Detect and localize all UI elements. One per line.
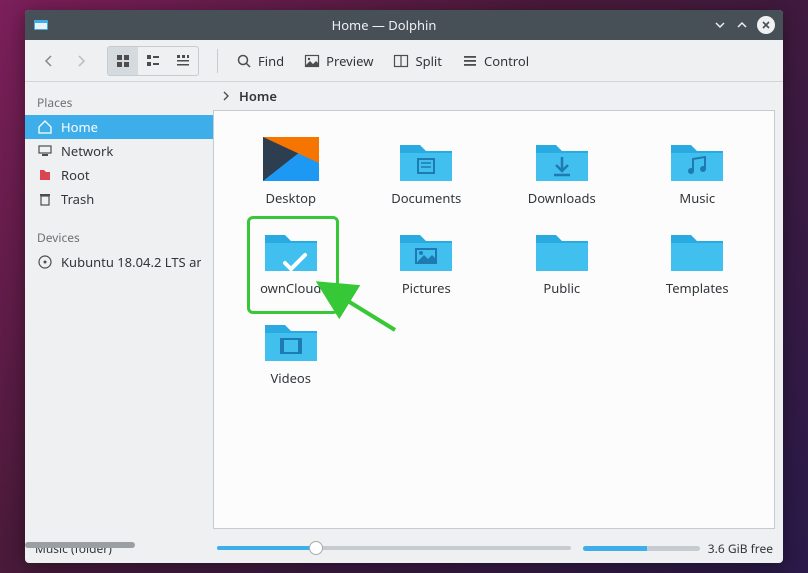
folder-video-icon bbox=[261, 315, 321, 363]
split-button[interactable]: Split bbox=[385, 48, 450, 74]
sidebar-item-label: Home bbox=[61, 118, 98, 136]
control-label: Control bbox=[484, 52, 529, 70]
trash-icon bbox=[37, 191, 53, 207]
preview-label: Preview bbox=[326, 52, 373, 70]
file-label: Documents bbox=[391, 189, 461, 207]
file-label: Videos bbox=[270, 369, 311, 387]
sidebar-item-trash[interactable]: Trash bbox=[25, 187, 213, 211]
preview-icon bbox=[304, 53, 320, 69]
sidebar-hscroll[interactable] bbox=[25, 542, 135, 548]
view-mode-group bbox=[107, 46, 199, 76]
file-label: ownCloud bbox=[260, 279, 321, 297]
split-icon bbox=[393, 53, 409, 69]
split-label: Split bbox=[415, 52, 442, 70]
maximize-button[interactable] bbox=[735, 18, 749, 32]
places-heading: Places bbox=[25, 88, 213, 115]
main-pane: Home Desktop Documents Downloads Music ownCl… bbox=[213, 82, 783, 533]
file-public[interactable]: Public bbox=[497, 219, 627, 303]
window-buttons bbox=[713, 16, 775, 34]
file-label: Templates bbox=[666, 279, 729, 297]
control-button[interactable]: Control bbox=[454, 48, 537, 74]
statusbar: Music (folder) 3.6 GiB free bbox=[25, 533, 783, 563]
body: Places Home Network Root Trash Devices Kubu… bbox=[25, 82, 783, 533]
file-label: Downloads bbox=[528, 189, 596, 207]
file-owncloud[interactable]: ownCloud bbox=[226, 219, 356, 303]
sidebar: Places Home Network Root Trash Devices Kubu… bbox=[25, 82, 213, 533]
devices-heading: Devices bbox=[25, 223, 213, 250]
folder-icon bbox=[532, 225, 592, 273]
compact-view-button[interactable] bbox=[138, 47, 168, 75]
sidebar-item-home[interactable]: Home bbox=[25, 115, 213, 139]
find-button[interactable]: Find bbox=[228, 48, 292, 74]
file-label: Pictures bbox=[402, 279, 451, 297]
titlebar: Home — Dolphin bbox=[25, 10, 783, 40]
breadcrumb[interactable]: Home bbox=[213, 82, 783, 110]
separator bbox=[217, 49, 218, 73]
file-label: Desktop bbox=[265, 189, 316, 207]
search-icon bbox=[236, 53, 252, 69]
disk-space: 3.6 GiB free bbox=[583, 540, 773, 557]
breadcrumb-home[interactable]: Home bbox=[239, 87, 277, 105]
window-title: Home — Dolphin bbox=[55, 16, 713, 34]
menu-icon bbox=[462, 53, 478, 69]
file-label: Public bbox=[543, 279, 580, 297]
file-videos[interactable]: Videos bbox=[226, 309, 356, 393]
icons-view-button[interactable] bbox=[108, 47, 138, 75]
file-music[interactable]: Music bbox=[633, 129, 763, 213]
sidebar-item-label: Kubuntu 18.04.2 LTS amd bbox=[61, 253, 201, 271]
sidebar-item-label: Root bbox=[61, 166, 90, 184]
home-icon bbox=[37, 119, 53, 135]
file-pictures[interactable]: Pictures bbox=[362, 219, 492, 303]
close-button[interactable] bbox=[757, 16, 775, 34]
folder-music-icon bbox=[667, 135, 727, 183]
folder-sync-icon bbox=[261, 225, 321, 273]
folder-pic-icon bbox=[396, 225, 456, 273]
network-icon bbox=[37, 143, 53, 159]
file-desktop[interactable]: Desktop bbox=[226, 129, 356, 213]
details-view-button[interactable] bbox=[168, 47, 198, 75]
minimize-button[interactable] bbox=[713, 18, 727, 32]
sidebar-item-label: Network bbox=[61, 142, 113, 160]
folder-down-icon bbox=[532, 135, 592, 183]
sidebar-item-label: Trash bbox=[61, 190, 94, 208]
toolbar: Find Preview Split Control bbox=[25, 40, 783, 82]
folder-docs-icon bbox=[396, 135, 456, 183]
file-label: Music bbox=[679, 189, 715, 207]
sidebar-item-network[interactable]: Network bbox=[25, 139, 213, 163]
file-documents[interactable]: Documents bbox=[362, 129, 492, 213]
dolphin-window: Home — Dolphin bbox=[25, 10, 783, 563]
zoom-slider[interactable] bbox=[217, 546, 571, 550]
sidebar-item-root[interactable]: Root bbox=[25, 163, 213, 187]
back-button[interactable] bbox=[35, 47, 63, 75]
app-icon bbox=[33, 17, 49, 33]
free-space-label: 3.6 GiB free bbox=[708, 540, 773, 557]
folder-icon bbox=[667, 225, 727, 273]
desktop-icon bbox=[261, 135, 321, 183]
files-area[interactable]: Desktop Documents Downloads Music ownCloud Pi… bbox=[213, 110, 775, 529]
root-icon bbox=[37, 167, 53, 183]
preview-button[interactable]: Preview bbox=[296, 48, 381, 74]
file-downloads[interactable]: Downloads bbox=[497, 129, 627, 213]
disk-icon bbox=[37, 254, 53, 270]
forward-button[interactable] bbox=[67, 47, 95, 75]
sidebar-device[interactable]: Kubuntu 18.04.2 LTS amd bbox=[25, 250, 213, 274]
chevron-right-icon bbox=[221, 91, 231, 101]
find-label: Find bbox=[258, 52, 284, 70]
file-templates[interactable]: Templates bbox=[633, 219, 763, 303]
